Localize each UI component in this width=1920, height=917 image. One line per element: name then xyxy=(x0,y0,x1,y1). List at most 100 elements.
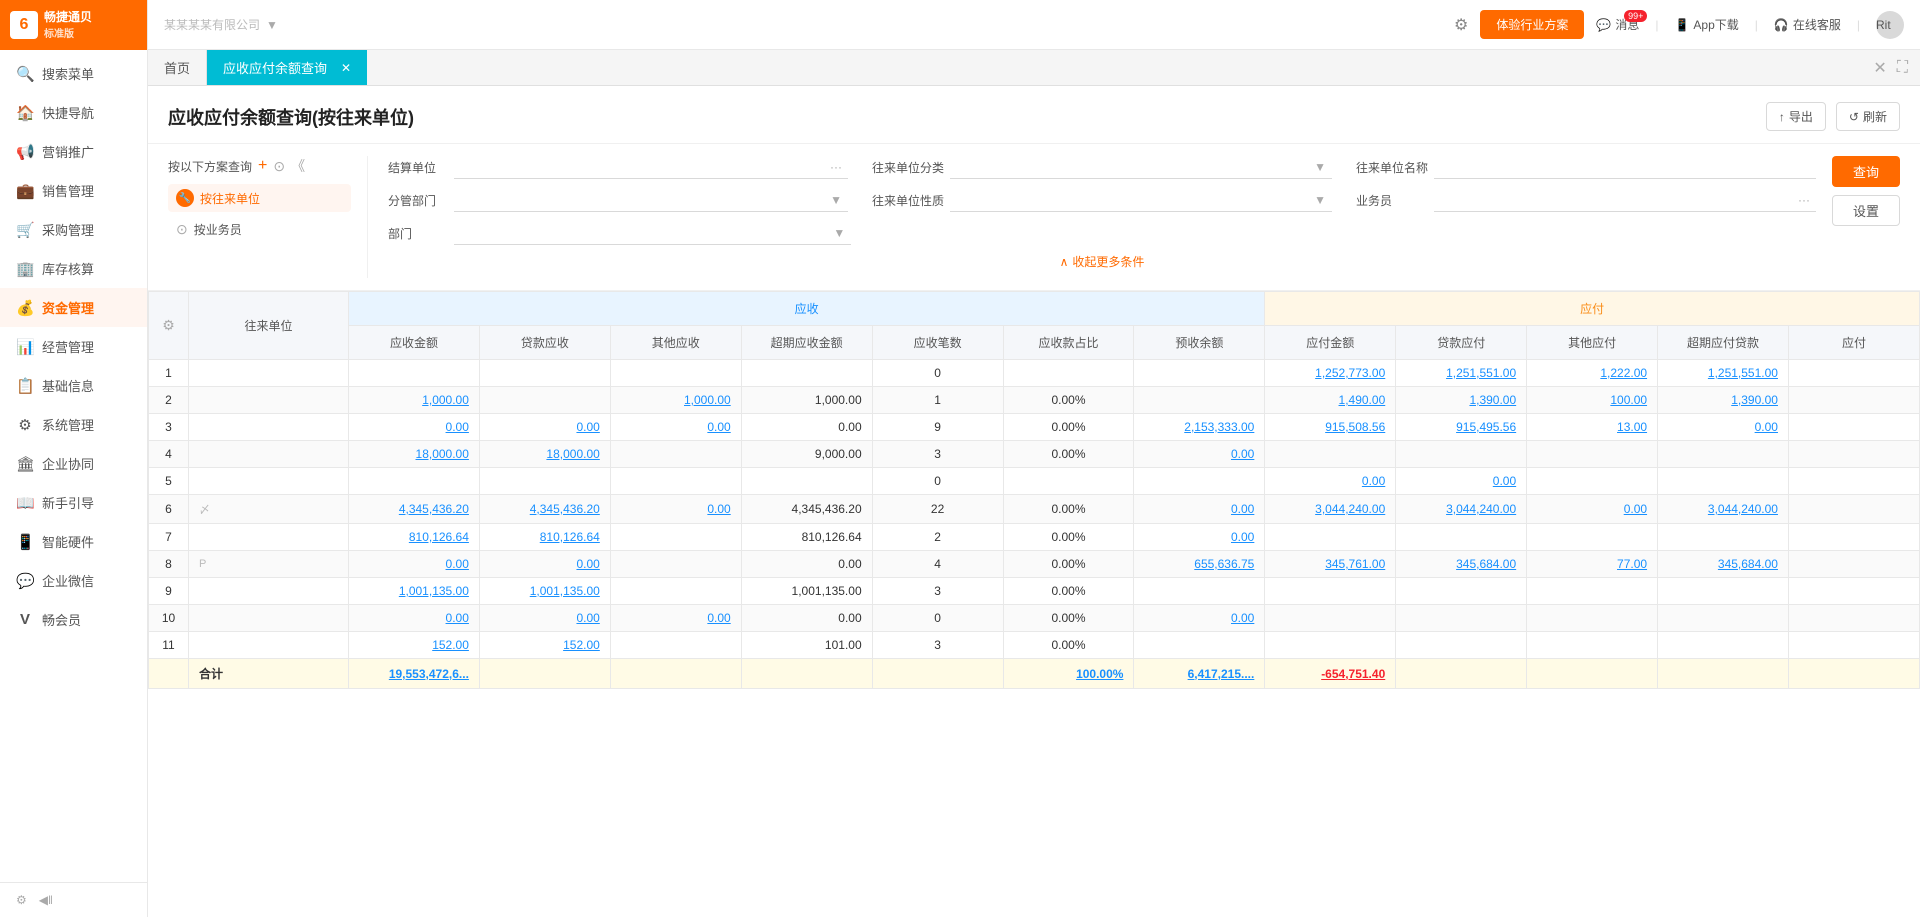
tab-close-icon[interactable]: ✕ xyxy=(341,61,351,75)
sidebar-item-wechat[interactable]: 💬 企业微信 xyxy=(0,561,147,600)
message-badge: 99+ xyxy=(1624,10,1647,22)
scheme-salesperson[interactable]: ⊙ 按业务员 xyxy=(168,216,351,243)
dept-manager-chevron[interactable]: ▼ xyxy=(830,193,842,207)
salesperson-label: 业务员 xyxy=(1356,192,1428,209)
settlement-dots[interactable]: ··· xyxy=(830,160,842,174)
sidebar-item-member[interactable]: V 畅会员 xyxy=(0,600,147,639)
partner-name-wrap xyxy=(1434,156,1816,179)
sidebar-label-inventory: 库存核算 xyxy=(42,259,94,278)
collapse-scheme-icon[interactable]: 《 xyxy=(291,156,305,176)
table-settings-icon[interactable]: ⚙ xyxy=(162,317,175,333)
wechat-icon: 💬 xyxy=(16,572,34,590)
table-row: 8P0.000.000.0040.00%655,636.75345,761.00… xyxy=(149,551,1920,578)
dept-manager-input[interactable] xyxy=(460,193,830,207)
partner-category-input[interactable] xyxy=(956,160,1314,174)
sidebar-item-purchase[interactable]: 🛒 采购管理 xyxy=(0,210,147,249)
service-button[interactable]: 🎧 在线客服 xyxy=(1774,16,1841,33)
total-prepaid[interactable]: 6,417,215.... xyxy=(1134,659,1265,689)
settlement-input-wrap: ··· xyxy=(454,156,848,179)
window-maximize-icon[interactable]: ⛶ xyxy=(1897,59,1908,77)
sidebar-item-inventory[interactable]: 🏢 库存核算 xyxy=(0,249,147,288)
breadcrumb: 某某某某有限公司 ▼ xyxy=(164,16,1442,33)
refresh-button[interactable]: ↺ 刷新 xyxy=(1836,102,1900,131)
search-icon: 🔍 xyxy=(16,65,34,83)
filter-collapse[interactable]: ∧ 收起更多条件 xyxy=(388,245,1816,278)
service-icon: 🎧 xyxy=(1774,18,1789,32)
th-receivable-group: 应收 xyxy=(349,292,1265,326)
sidebar-item-basic[interactable]: 📋 基础信息 xyxy=(0,366,147,405)
sidebar-item-guide[interactable]: 📖 新手引导 xyxy=(0,483,147,522)
divider3: | xyxy=(1857,18,1860,32)
scheme-partner-icon: 🔧 xyxy=(176,189,194,207)
filter-row-3: 部门 ▼ xyxy=(388,222,1816,245)
add-scheme-icon[interactable]: + xyxy=(258,157,267,175)
th-overdue-receivable: 超期应收金额 xyxy=(741,326,872,360)
edit-scheme-icon[interactable]: ⊙ xyxy=(273,158,285,175)
gear-icon[interactable]: ⚙ xyxy=(1454,15,1468,35)
salesperson-input[interactable] xyxy=(1440,193,1798,207)
tab-query[interactable]: 应收应付余额查询 ✕ xyxy=(207,50,367,85)
app-download-button[interactable]: 📱 App下载 xyxy=(1674,16,1738,33)
total-receivable-amount[interactable]: 19,553,472,6... xyxy=(349,659,480,689)
table-row: 418,000.0018,000.009,000.0030.00%0.00 xyxy=(149,441,1920,468)
table-row: 101,252,773.001,251,551.001,222.001,251,… xyxy=(149,360,1920,387)
table-row: 91,001,135.001,001,135.001,001,135.0030.… xyxy=(149,578,1920,605)
scheme-partner[interactable]: 🔧 按往来单位 xyxy=(168,184,351,212)
sidebar-item-search[interactable]: 🔍 搜索菜单 xyxy=(0,54,147,93)
logo-name: 畅捷通贝 xyxy=(44,10,92,26)
total-payable[interactable]: -654,751.40 xyxy=(1265,659,1396,689)
export-button[interactable]: ↑ 导出 xyxy=(1766,102,1826,131)
total-row: 合计 19,553,472,6... 100.00% 6,417,215....… xyxy=(149,659,1920,689)
filter-method-label: 按以下方案查询 xyxy=(168,158,252,175)
sidebar-label-wechat: 企业微信 xyxy=(42,571,94,590)
user-avatar[interactable]: Rit xyxy=(1876,11,1904,39)
table-row: 11152.00152.00101.0030.00% xyxy=(149,632,1920,659)
sidebar: 6 畅捷通贝 标准版 🔍 搜索菜单 🏠 快捷导航 📢 营销推广 💼 销售管理 🛒… xyxy=(0,0,148,917)
total-empty5 xyxy=(1527,659,1658,689)
page-header-actions: ↑ 导出 ↺ 刷新 xyxy=(1766,102,1900,131)
sidebar-item-enterprise[interactable]: 🏛 企业协同 xyxy=(0,444,147,483)
basic-icon: 📋 xyxy=(16,377,34,395)
dropdown-icon[interactable]: ▼ xyxy=(266,18,278,32)
industry-solution-button[interactable]: 体验行业方案 xyxy=(1480,10,1584,39)
field-partner-name: 往来单位名称 xyxy=(1356,156,1816,179)
set-button[interactable]: 设置 xyxy=(1832,195,1900,226)
sidebar-label-system: 系统管理 xyxy=(42,415,94,434)
sidebar-item-device[interactable]: 📱 智能硬件 xyxy=(0,522,147,561)
field-salesperson: 业务员 ··· xyxy=(1356,189,1816,212)
sidebar-item-quick[interactable]: 🏠 快捷导航 xyxy=(0,93,147,132)
department-input[interactable] xyxy=(460,226,833,240)
sidebar-item-finance[interactable]: 💰 资金管理 xyxy=(0,288,147,327)
salesperson-dots[interactable]: ··· xyxy=(1798,193,1810,207)
message-button[interactable]: 💬 消息 99+ xyxy=(1596,16,1639,33)
tab-home[interactable]: 首页 xyxy=(148,50,207,85)
partner-nature-chevron[interactable]: ▼ xyxy=(1314,193,1326,207)
sidebar-item-operation[interactable]: 📊 经营管理 xyxy=(0,327,147,366)
sidebar-item-marketing[interactable]: 📢 营销推广 xyxy=(0,132,147,171)
home-icon: 🏠 xyxy=(16,104,34,122)
table-row: 21,000.001,000.001,000.0010.00%1,490.001… xyxy=(149,387,1920,414)
th-receivable-ratio: 应收款占比 xyxy=(1003,326,1134,360)
tabbar-spacer xyxy=(367,50,1861,85)
department-chevron[interactable]: ▼ xyxy=(833,226,845,240)
settlement-input[interactable] xyxy=(460,160,830,174)
sidebar-label-member: 畅会员 xyxy=(42,610,81,629)
footer-collapse-icon[interactable]: ◀‖ xyxy=(39,893,53,907)
partner-name-input[interactable] xyxy=(1440,160,1810,174)
collapse-label: 收起更多条件 xyxy=(1072,253,1144,270)
partner-category-chevron[interactable]: ▼ xyxy=(1314,160,1326,174)
page-title: 应收应付余额查询(按往来单位) xyxy=(168,104,414,130)
sales-icon: 💼 xyxy=(16,182,34,200)
window-controls: ✕ ⛶ xyxy=(1861,50,1920,85)
department-label: 部门 xyxy=(388,225,448,242)
filter-area: 按以下方案查询 + ⊙ 《 🔧 按往来单位 ⊙ 按业务员 xyxy=(148,144,1920,291)
footer-settings-icon[interactable]: ⚙ xyxy=(16,893,27,907)
sidebar-item-sales[interactable]: 💼 销售管理 xyxy=(0,171,147,210)
total-empty1 xyxy=(479,659,610,689)
query-button[interactable]: 查询 xyxy=(1832,156,1900,187)
field-department: 部门 ▼ xyxy=(388,222,851,245)
window-close-icon[interactable]: ✕ xyxy=(1873,58,1886,78)
partner-nature-input[interactable] xyxy=(956,193,1314,207)
member-icon: V xyxy=(16,611,34,628)
sidebar-item-system[interactable]: ⚙ 系统管理 xyxy=(0,405,147,444)
